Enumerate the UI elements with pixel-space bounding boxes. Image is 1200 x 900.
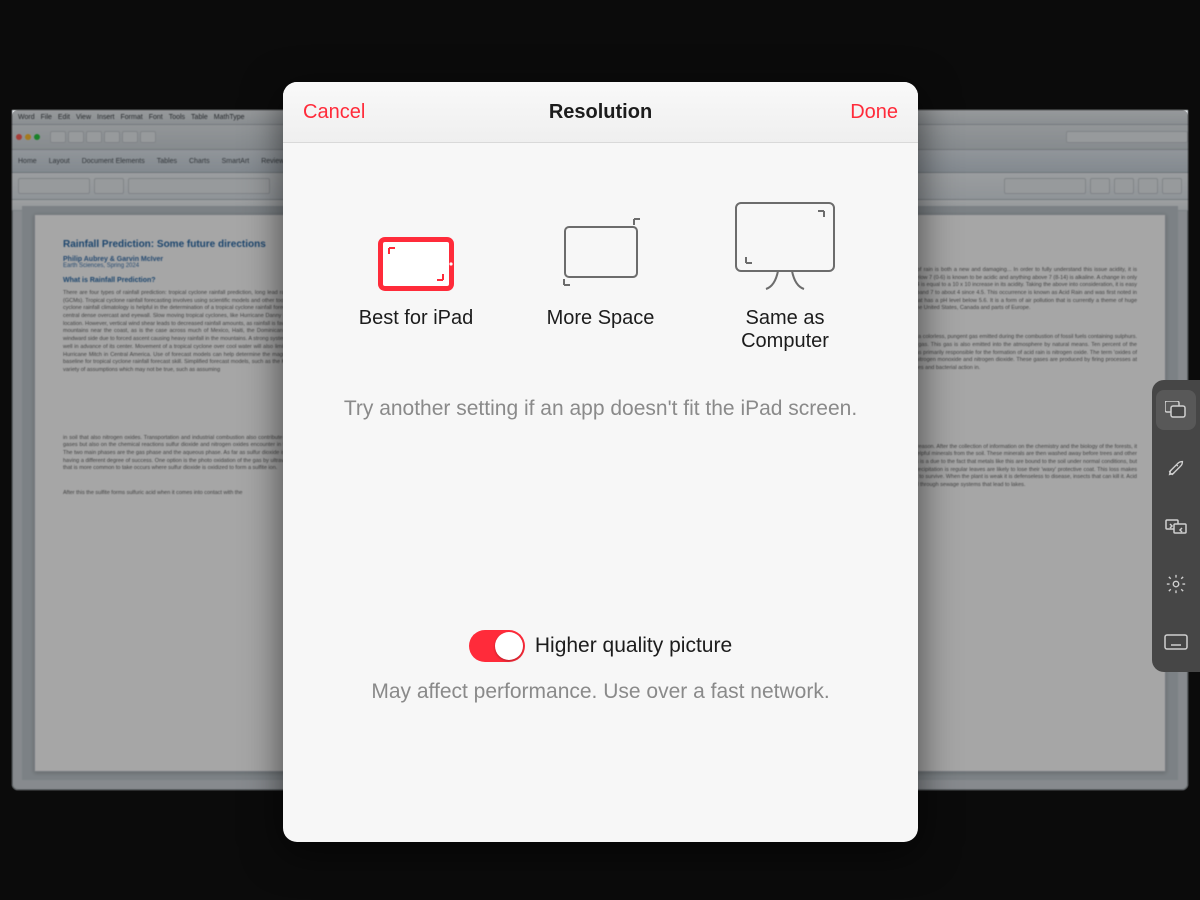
option-label: More Space bbox=[516, 307, 686, 330]
more-space-icon bbox=[555, 215, 647, 293]
ipad-icon bbox=[376, 235, 456, 293]
screen: Word File Edit View Insert Format Font T… bbox=[0, 0, 1200, 900]
done-button[interactable]: Done bbox=[850, 101, 898, 124]
resolution-modal: Cancel Resolution Done Best for iPad bbox=[283, 82, 918, 842]
keyboard-icon[interactable] bbox=[1156, 622, 1196, 662]
option-best-for-ipad[interactable]: Best for iPad bbox=[331, 199, 501, 353]
rocket-icon[interactable] bbox=[1156, 448, 1196, 488]
resolution-options: Best for iPad More Space bbox=[283, 143, 918, 363]
modal-title: Resolution bbox=[283, 101, 918, 124]
quality-hint: May affect performance. Use over a fast … bbox=[283, 680, 918, 704]
higher-quality-toggle[interactable] bbox=[469, 630, 525, 662]
monitor-icon bbox=[730, 199, 840, 293]
resolution-hint: Try another setting if an app doesn't fi… bbox=[283, 397, 918, 421]
side-toolbar bbox=[1152, 380, 1200, 672]
option-more-space[interactable]: More Space bbox=[516, 199, 686, 353]
cancel-button[interactable]: Cancel bbox=[303, 101, 365, 124]
quality-section: Higher quality picture May affect perfor… bbox=[283, 630, 918, 704]
option-label: Best for iPad bbox=[331, 307, 501, 330]
transfer-icon[interactable] bbox=[1156, 506, 1196, 546]
gear-icon[interactable] bbox=[1156, 564, 1196, 604]
toggle-label: Higher quality picture bbox=[535, 634, 732, 658]
modal-header: Cancel Resolution Done bbox=[283, 82, 918, 143]
option-label: Same as Computer bbox=[700, 307, 870, 353]
windows-icon[interactable] bbox=[1156, 390, 1196, 430]
option-same-as-computer[interactable]: Same as Computer bbox=[700, 199, 870, 353]
